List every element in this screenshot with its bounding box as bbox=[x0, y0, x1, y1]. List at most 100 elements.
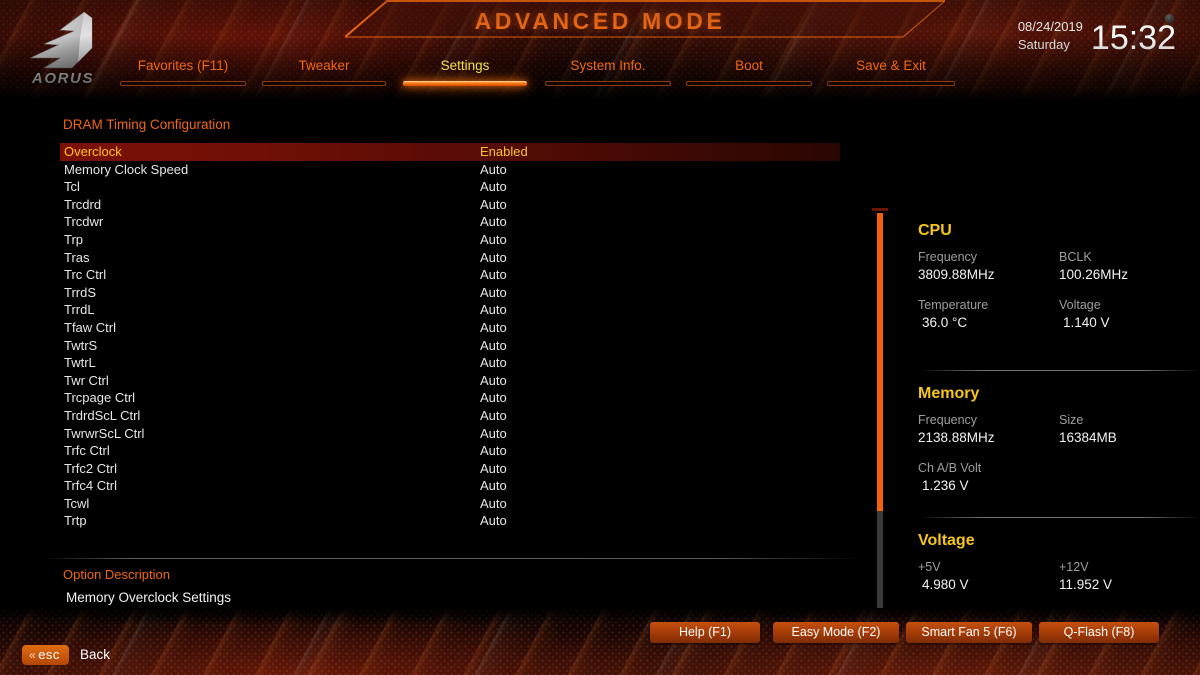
setting-value[interactable]: Auto bbox=[480, 477, 507, 495]
nav-tab-underline bbox=[120, 81, 246, 86]
option-description-text: Memory Overclock Settings bbox=[66, 590, 232, 605]
cpu-temperature-label: Temperature bbox=[918, 298, 989, 312]
nav-tab-label: Tweaker bbox=[298, 58, 350, 73]
settings-row[interactable]: TrrdS Auto bbox=[60, 284, 860, 302]
esc-key-badge[interactable]: «esc bbox=[22, 645, 69, 665]
setting-value[interactable]: Auto bbox=[480, 319, 507, 337]
setting-value[interactable]: Auto bbox=[480, 372, 507, 390]
settings-row[interactable]: TrdrdScL Ctrl Auto bbox=[60, 407, 860, 425]
setting-name: TwtrS bbox=[64, 337, 98, 353]
setting-value[interactable]: Auto bbox=[480, 231, 507, 249]
memory-size-value: 16384MB bbox=[1059, 430, 1117, 445]
setting-value[interactable]: Auto bbox=[480, 161, 507, 179]
settings-row[interactable]: Tras Auto bbox=[60, 249, 860, 267]
setting-value[interactable]: Auto bbox=[480, 196, 507, 214]
settings-row[interactable]: TwrwrScL Ctrl Auto bbox=[60, 425, 860, 443]
nav-tab-tweaker[interactable]: Tweaker bbox=[260, 58, 388, 86]
voltage-5v-label: +5V bbox=[918, 560, 941, 574]
nav-tab-underline bbox=[686, 81, 812, 86]
nav-tab-boot[interactable]: Boot bbox=[684, 58, 814, 86]
settings-row[interactable]: TwtrL Auto bbox=[60, 354, 860, 372]
settings-row[interactable]: Tcl Auto bbox=[60, 178, 860, 196]
nav-tab-underline bbox=[545, 81, 671, 86]
cpu-group-title: CPU bbox=[918, 222, 952, 239]
settings-row[interactable]: Twr Ctrl Auto bbox=[60, 372, 860, 390]
footer-button-smart-fan-5-f6[interactable]: Smart Fan 5 (F6) bbox=[906, 622, 1032, 643]
settings-row[interactable]: Trcdrd Auto bbox=[60, 196, 860, 214]
settings-row[interactable]: TwtrS Auto bbox=[60, 337, 860, 355]
setting-value[interactable]: Auto bbox=[480, 249, 507, 267]
nav-tab-label: System Info. bbox=[570, 58, 646, 73]
setting-value[interactable]: Auto bbox=[480, 301, 507, 319]
setting-value[interactable]: Auto bbox=[480, 266, 507, 284]
setting-value[interactable]: Auto bbox=[480, 213, 507, 231]
setting-value[interactable]: Auto bbox=[480, 460, 507, 478]
setting-value[interactable]: Auto bbox=[480, 407, 507, 425]
setting-value[interactable]: Auto bbox=[480, 495, 507, 513]
setting-value[interactable]: Auto bbox=[480, 512, 507, 530]
setting-name: Trfc2 Ctrl bbox=[64, 460, 117, 476]
divider-memory-voltage bbox=[918, 517, 1200, 518]
cpu-row-1: Frequency 3809.88MHz BCLK 100.26MHz bbox=[918, 249, 1200, 284]
setting-name: Twr Ctrl bbox=[64, 372, 109, 388]
setting-name: Trcdwr bbox=[64, 214, 104, 230]
option-description-separator bbox=[40, 558, 860, 559]
voltage-12v-value: 11.952 V bbox=[1059, 577, 1113, 592]
footer-button-q-flash-f8[interactable]: Q-Flash (F8) bbox=[1039, 622, 1159, 643]
nav-tab-save-exit[interactable]: Save & Exit bbox=[825, 58, 957, 86]
setting-name: Memory Clock Speed bbox=[64, 161, 189, 177]
setting-value[interactable]: Auto bbox=[480, 284, 507, 302]
settings-row[interactable]: Tcwl Auto bbox=[60, 495, 860, 513]
section-title: DRAM Timing Configuration bbox=[63, 117, 231, 132]
settings-row[interactable]: Trfc2 Ctrl Auto bbox=[60, 460, 860, 478]
nav-tab-label: Settings bbox=[440, 58, 490, 73]
nav-tab-favorites-f11[interactable]: Favorites (F11) bbox=[118, 58, 248, 86]
setting-name: Overclock bbox=[64, 144, 122, 159]
setting-name: Trp bbox=[64, 231, 84, 247]
main-navigation: Favorites (F11) Tweaker Settings System Inf… bbox=[0, 58, 1200, 94]
setting-value[interactable]: Auto bbox=[480, 389, 507, 407]
nav-tab-system-info[interactable]: System Info. bbox=[543, 58, 673, 86]
back-label: Back bbox=[80, 647, 111, 662]
setting-value[interactable]: Auto bbox=[480, 178, 507, 196]
setting-value[interactable]: Enabled bbox=[480, 143, 528, 161]
settings-row[interactable]: Memory Clock Speed Auto bbox=[60, 161, 860, 179]
settings-list: Overclock Enabled Memory Clock Speed Auto Tc… bbox=[60, 143, 860, 530]
setting-value[interactable]: Auto bbox=[480, 337, 507, 355]
memory-group-title: Memory bbox=[918, 385, 980, 402]
chevron-left-icon: « bbox=[29, 648, 37, 662]
footer-button-easy-mode-f2[interactable]: Easy Mode (F2) bbox=[773, 622, 899, 643]
setting-name: Trtp bbox=[64, 513, 87, 529]
settings-row[interactable]: Trtp Auto bbox=[60, 512, 860, 530]
cpu-row-2: Temperature 36.0 °C Voltage 1.140 V bbox=[918, 297, 1200, 332]
setting-value[interactable]: Auto bbox=[480, 354, 507, 372]
settings-row[interactable]: Trc Ctrl Auto bbox=[60, 266, 860, 284]
settings-row[interactable]: Trp Auto bbox=[60, 231, 860, 249]
nav-tab-underline bbox=[262, 81, 386, 86]
nav-tab-underline bbox=[403, 81, 527, 86]
footer-button-help-f1[interactable]: Help (F1) bbox=[650, 622, 760, 643]
scrollbar[interactable] bbox=[872, 208, 888, 648]
nav-tab-settings[interactable]: Settings bbox=[401, 58, 529, 86]
settings-row[interactable]: Trfc4 Ctrl Auto bbox=[60, 477, 860, 495]
settings-row-selected[interactable]: Overclock Enabled bbox=[60, 143, 840, 161]
hardware-info-panel: CPU Frequency 3809.88MHz BCLK 100.26MHz … bbox=[900, 208, 1200, 648]
nav-tab-label: Boot bbox=[735, 58, 763, 73]
settings-row[interactable]: Trcpage Ctrl Auto bbox=[60, 389, 860, 407]
setting-value[interactable]: Auto bbox=[480, 442, 507, 460]
scrollbar-thumb[interactable] bbox=[877, 213, 883, 511]
nav-tab-underline bbox=[827, 81, 955, 86]
setting-name: Tcl bbox=[64, 179, 80, 195]
settings-row[interactable]: Trcdwr Auto bbox=[60, 213, 860, 231]
memory-chab-volt-value: 1.236 V bbox=[922, 478, 969, 493]
nav-tab-label: Favorites (F11) bbox=[137, 58, 229, 73]
memory-frequency-value: 2138.88MHz bbox=[918, 430, 995, 445]
footer-bar: Help (F1) Easy Mode (F2) Smart Fan 5 (F6) Q… bbox=[0, 608, 1200, 675]
setting-name: Trcdrd bbox=[64, 196, 102, 212]
settings-row[interactable]: Trfc Ctrl Auto bbox=[60, 442, 860, 460]
settings-row[interactable]: TrrdL Auto bbox=[60, 301, 860, 319]
setting-value[interactable]: Auto bbox=[480, 425, 507, 443]
memory-info-group: Memory Frequency 2138.88MHz Size 16384MB… bbox=[918, 385, 1200, 495]
cpu-frequency-label: Frequency bbox=[918, 250, 978, 264]
settings-row[interactable]: Tfaw Ctrl Auto bbox=[60, 319, 860, 337]
